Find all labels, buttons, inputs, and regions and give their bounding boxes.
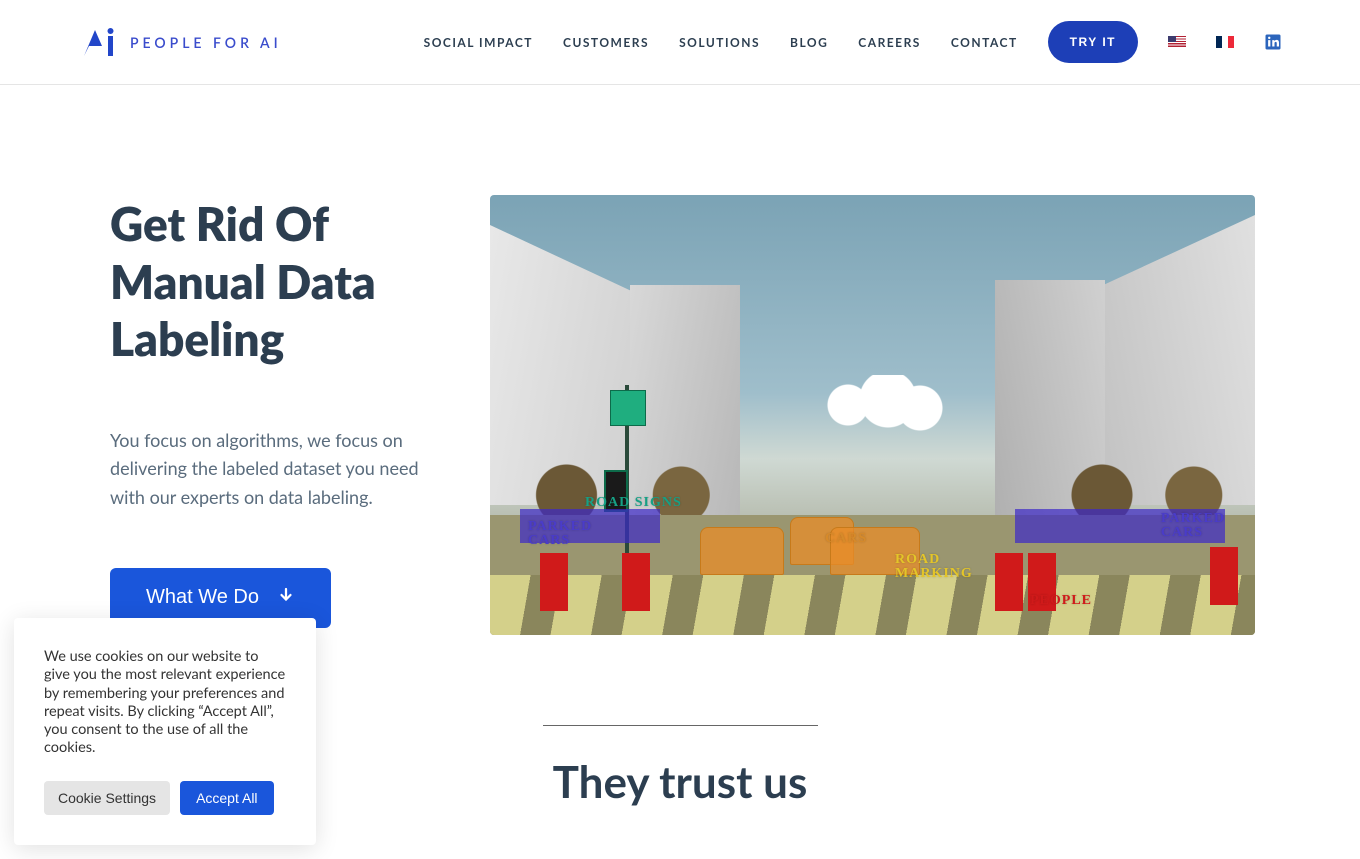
cookie-text: We use cookies on our website to give yo… [44,648,286,757]
nav-careers[interactable]: CAREERS [858,35,921,50]
annot-cars: CARS [825,531,867,547]
nav-blog[interactable]: BLOG [790,35,828,50]
hero-image-wrap: ROAD SIGNS PARKED CARS CARS ROAD MARKING… [490,195,1255,635]
divider [543,725,818,726]
nav-contact[interactable]: CONTACT [951,35,1018,50]
logo-text: PEOPLE FOR AI [130,34,282,51]
main-nav: SOCIAL IMPACT CUSTOMERS SOLUTIONS BLOG C… [424,21,1282,63]
annot-parked-left: PARKED CARS [528,520,592,548]
cookie-accept-button[interactable]: Accept All [180,781,273,815]
cookie-buttons: Cookie Settings Accept All [44,781,286,815]
nav-customers[interactable]: CUSTOMERS [563,35,649,50]
cookie-banner: We use cookies on our website to give yo… [14,618,316,845]
linkedin-icon[interactable] [1264,33,1282,51]
hero-title: Get Rid Of Manual Data Labeling [110,195,450,368]
logo-mark-icon [78,22,118,62]
nav-solutions[interactable]: SOLUTIONS [679,35,760,50]
nav-social-impact[interactable]: SOCIAL IMPACT [424,35,533,50]
cta-label: What We Do [146,586,259,609]
hero-copy: Get Rid Of Manual Data Labeling You focu… [110,195,450,635]
try-it-button[interactable]: TRY IT [1048,21,1138,63]
annot-road-signs: ROAD SIGNS [585,495,682,511]
annot-road-marking: ROAD MARKING [895,553,973,581]
site-header: PEOPLE FOR AI SOCIAL IMPACT CUSTOMERS SO… [0,0,1360,85]
hero-subtitle: You focus on algorithms, we focus on del… [110,426,450,512]
arrow-down-icon [277,586,295,610]
annot-people: PEOPLE [1030,593,1092,609]
hero-image: ROAD SIGNS PARKED CARS CARS ROAD MARKING… [490,195,1255,635]
lang-fr-icon[interactable] [1216,36,1234,48]
lang-en-icon[interactable] [1168,36,1186,48]
annot-parked-right: PARKED CARS [1161,512,1225,540]
hero-section: Get Rid Of Manual Data Labeling You focu… [0,85,1360,635]
cookie-settings-button[interactable]: Cookie Settings [44,781,170,815]
logo[interactable]: PEOPLE FOR AI [78,22,282,62]
